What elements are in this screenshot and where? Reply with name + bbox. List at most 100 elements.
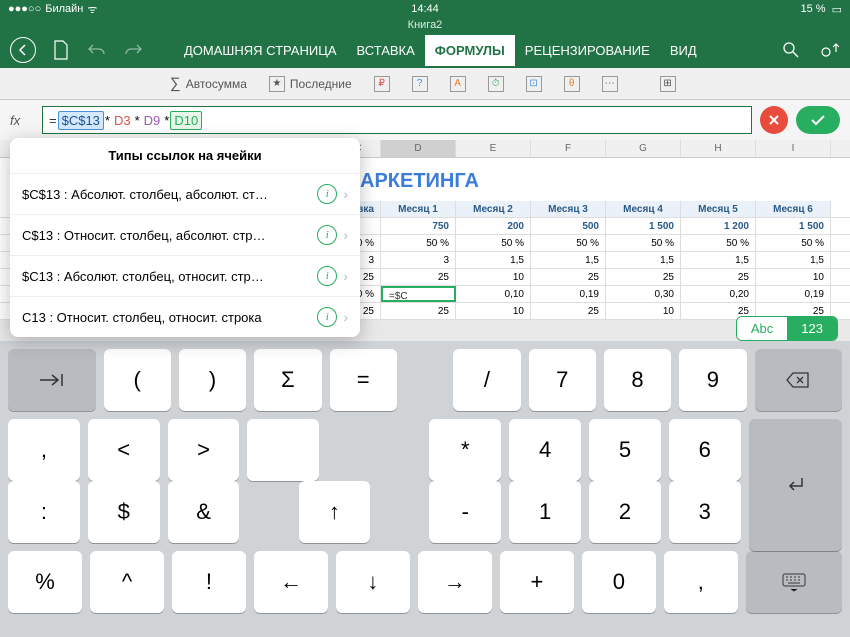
- tab-view[interactable]: ВИД: [660, 35, 707, 66]
- calc-icon[interactable]: ⊞: [660, 76, 676, 92]
- backspace-key[interactable]: [755, 349, 843, 411]
- enter-key[interactable]: [749, 419, 842, 551]
- key-comma[interactable]: ,: [8, 419, 80, 481]
- popup-title: Типы ссылок на ячейки: [10, 138, 360, 174]
- key-2[interactable]: 2: [589, 481, 661, 543]
- key-minus[interactable]: -: [429, 481, 501, 543]
- status-bar: ●●●○○ Билайн ᯤ 14:44 15 % ▭: [0, 0, 850, 18]
- key-down[interactable]: ↓: [336, 551, 410, 613]
- clock: 14:44: [411, 3, 439, 15]
- wifi-icon: ᯤ: [87, 2, 97, 17]
- carrier: Билайн: [45, 3, 83, 15]
- info-icon[interactable]: i: [317, 307, 337, 327]
- chevron-right-icon: ›: [343, 309, 348, 325]
- formula-bar: fx = $C$13 * D3 * D9 * D10: [0, 100, 850, 140]
- key-percent[interactable]: %: [8, 551, 82, 613]
- keyboard-mode-toggle: Abc 123: [736, 316, 838, 341]
- chevron-right-icon: ›: [343, 268, 348, 284]
- ref-type-option[interactable]: C13 : Относит. столбец, относит. строкаi…: [10, 297, 360, 337]
- tab-insert[interactable]: ВСТАВКА: [347, 35, 425, 66]
- undo-icon[interactable]: [86, 39, 108, 61]
- lookup-icon[interactable]: ⊡: [526, 76, 542, 92]
- hide-keyboard-key[interactable]: [746, 551, 842, 613]
- key-1[interactable]: 1: [509, 481, 581, 543]
- tab-review[interactable]: РЕЦЕНЗИРОВАНИЕ: [515, 35, 660, 66]
- cancel-button[interactable]: [760, 106, 788, 134]
- cell-ref-2[interactable]: D3: [111, 112, 134, 129]
- more-icon[interactable]: ⋯: [602, 76, 618, 92]
- key-4[interactable]: 4: [509, 419, 581, 481]
- key-5[interactable]: 5: [589, 419, 661, 481]
- battery-percent: 15 %: [801, 3, 826, 15]
- datetime-icon[interactable]: ⏱: [488, 76, 504, 92]
- key-9[interactable]: 9: [679, 349, 746, 411]
- info-icon[interactable]: i: [317, 184, 337, 204]
- cell-ref-3[interactable]: D9: [141, 112, 164, 129]
- key-equals[interactable]: =: [330, 349, 397, 411]
- financial-icon[interactable]: ₽: [374, 76, 390, 92]
- key-7[interactable]: 7: [529, 349, 596, 411]
- key-gt[interactable]: >: [168, 419, 240, 481]
- formula-input[interactable]: = $C$13 * D3 * D9 * D10: [42, 106, 752, 134]
- key-colon[interactable]: :: [8, 481, 80, 543]
- recent-button[interactable]: ★Последние: [269, 76, 352, 92]
- ribbon-tabs: ДОМАШНЯЯ СТРАНИЦА ВСТАВКА ФОРМУЛЫ РЕЦЕНЗ…: [174, 35, 707, 66]
- key-0[interactable]: 0: [582, 551, 656, 613]
- document-title: Книга2: [0, 18, 850, 32]
- key-lt[interactable]: <: [88, 419, 160, 481]
- fx-label: fx: [10, 113, 34, 128]
- confirm-button[interactable]: [796, 106, 840, 134]
- col-header[interactable]: I: [756, 140, 831, 157]
- signal-dots: ●●●○○: [8, 3, 41, 15]
- key-blank[interactable]: [247, 419, 319, 481]
- math-icon[interactable]: θ: [564, 76, 580, 92]
- key-8[interactable]: 8: [604, 349, 671, 411]
- key-right[interactable]: →: [418, 551, 492, 613]
- share-icon[interactable]: [818, 39, 840, 61]
- ribbon-toolbar: ∑Автосумма ★Последние ₽ ? A ⏱ ⊡ θ ⋯ ⊞: [0, 68, 850, 100]
- numeric-keyboard: ( ) Σ = / 7 8 9 , < > * 4 5 6 : $ & ↑ - …: [0, 341, 850, 637]
- back-button[interactable]: [10, 37, 36, 63]
- col-header[interactable]: D: [381, 140, 456, 157]
- info-icon[interactable]: i: [317, 225, 337, 245]
- col-header[interactable]: E: [456, 140, 531, 157]
- key-caret[interactable]: ^: [90, 551, 164, 613]
- ref-type-option[interactable]: $C$13 : Абсолют. столбец, абсолют. ст…i›: [10, 174, 360, 215]
- autosum-button[interactable]: ∑Автосумма: [170, 75, 247, 92]
- ref-type-option[interactable]: C$13 : Относит. столбец, абсолют. стр…i›: [10, 215, 360, 256]
- key-slash[interactable]: /: [453, 349, 520, 411]
- key-up[interactable]: ↑: [299, 481, 371, 543]
- key-amp[interactable]: &: [168, 481, 240, 543]
- cell-ref-4[interactable]: D10: [170, 111, 202, 130]
- mode-123[interactable]: 123: [787, 317, 837, 340]
- key-dollar[interactable]: $: [88, 481, 160, 543]
- mode-abc[interactable]: Abc: [737, 317, 787, 340]
- col-header[interactable]: F: [531, 140, 606, 157]
- key-lparen[interactable]: (: [104, 349, 171, 411]
- info-icon[interactable]: i: [317, 266, 337, 286]
- col-header[interactable]: H: [681, 140, 756, 157]
- redo-icon[interactable]: [122, 39, 144, 61]
- ref-type-option[interactable]: $C13 : Абсолют. столбец, относит. стр…i›: [10, 256, 360, 297]
- tab-formulas[interactable]: ФОРМУЛЫ: [425, 35, 515, 66]
- reference-types-popup: Типы ссылок на ячейки $C$13 : Абсолют. с…: [10, 138, 360, 337]
- logical-icon[interactable]: ?: [412, 76, 428, 92]
- text-icon[interactable]: A: [450, 76, 466, 92]
- search-icon[interactable]: [780, 39, 802, 61]
- key-star[interactable]: *: [429, 419, 501, 481]
- key-comma2[interactable]: ,: [664, 551, 738, 613]
- key-bang[interactable]: !: [172, 551, 246, 613]
- col-header[interactable]: G: [606, 140, 681, 157]
- file-icon[interactable]: [50, 39, 72, 61]
- key-left[interactable]: ←: [254, 551, 328, 613]
- chevron-right-icon: ›: [343, 186, 348, 202]
- battery-icon: ▭: [832, 3, 842, 16]
- tab-key[interactable]: [8, 349, 96, 411]
- key-6[interactable]: 6: [669, 419, 741, 481]
- key-3[interactable]: 3: [669, 481, 741, 543]
- key-rparen[interactable]: ): [179, 349, 246, 411]
- key-sigma[interactable]: Σ: [254, 349, 321, 411]
- cell-ref-1[interactable]: $C$13: [58, 111, 104, 130]
- tab-home[interactable]: ДОМАШНЯЯ СТРАНИЦА: [174, 35, 347, 66]
- key-plus[interactable]: +: [500, 551, 574, 613]
